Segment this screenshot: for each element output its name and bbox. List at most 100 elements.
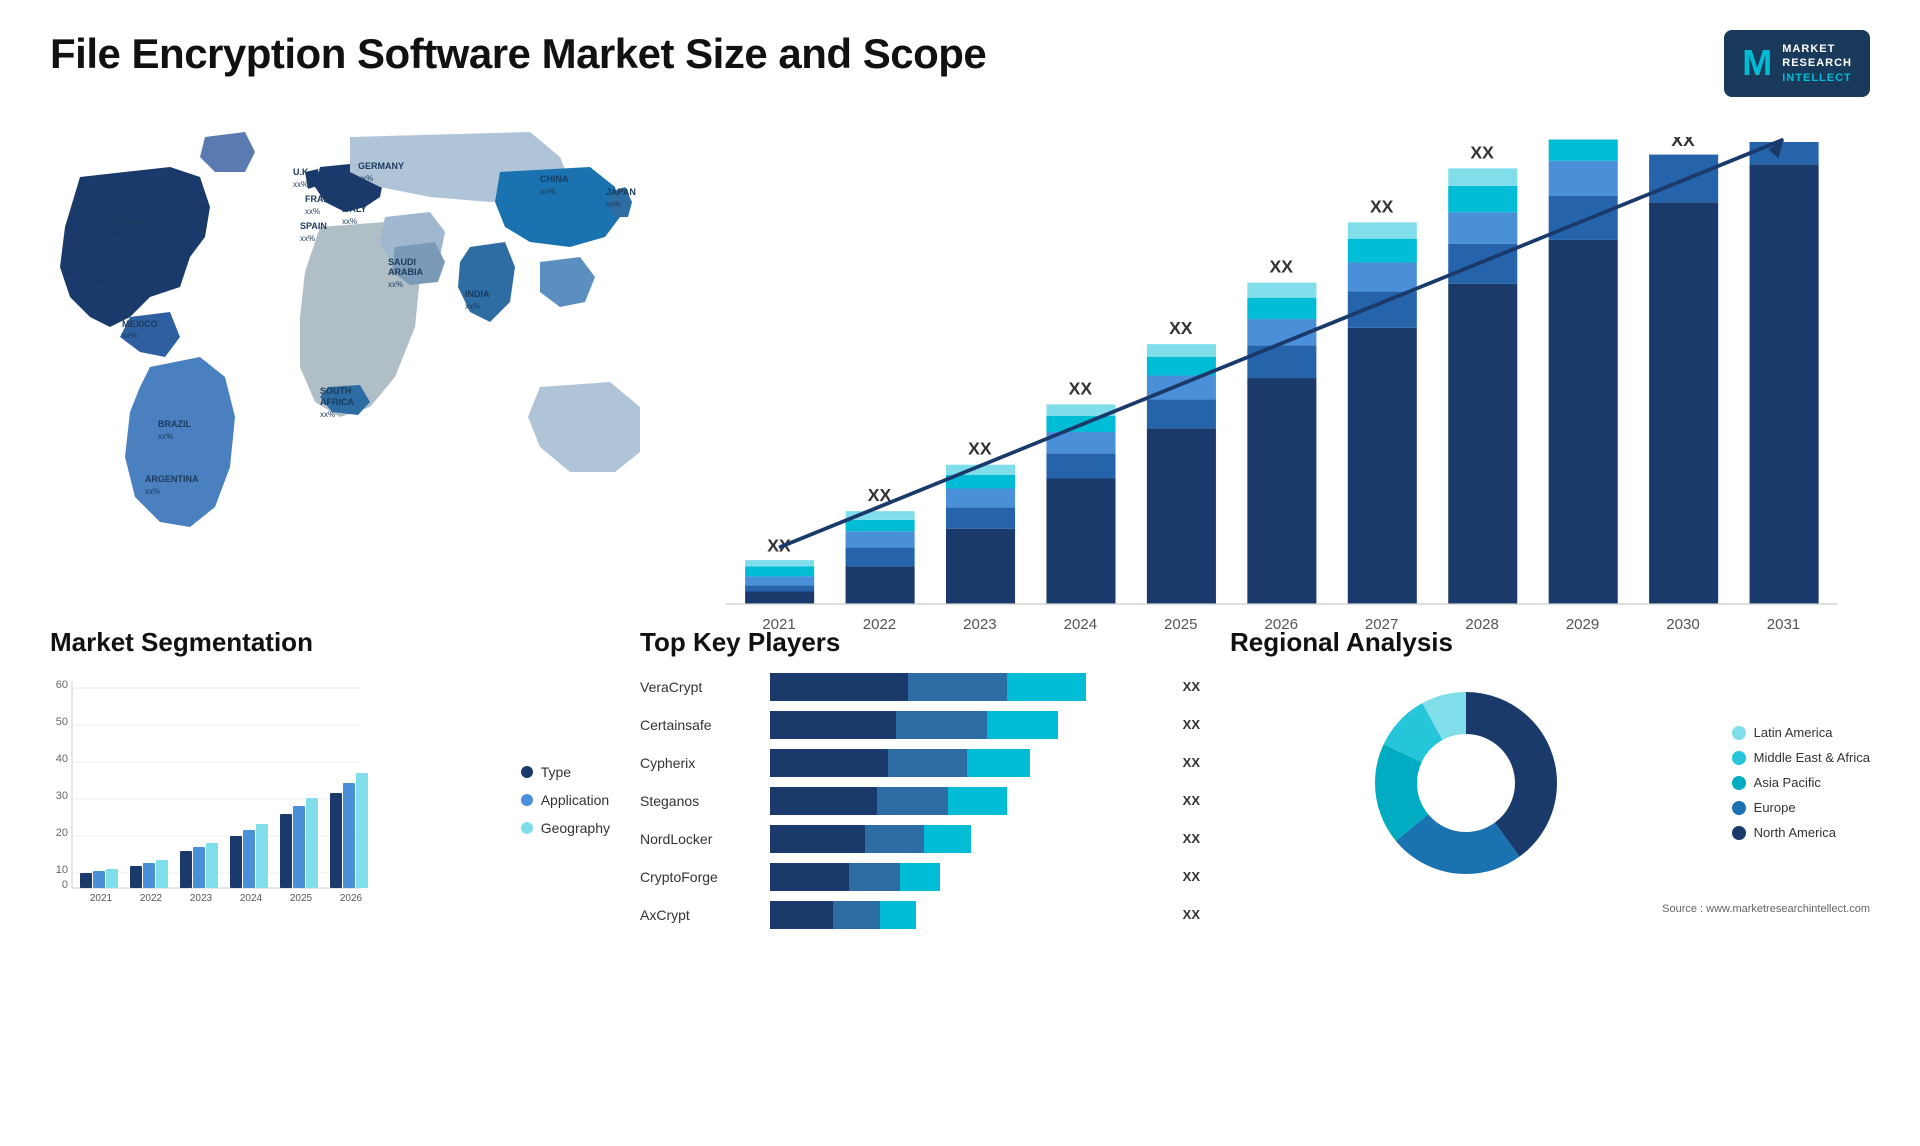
legend-europe: Europe	[1732, 800, 1870, 815]
player-bar	[770, 711, 1165, 739]
source-text: Source : www.marketresearchintellect.com	[1230, 903, 1870, 915]
app-dot	[521, 794, 533, 806]
svg-text:0: 0	[62, 879, 68, 891]
world-map-svg: CANADA xx% U.S. xx% MEXICO xx% BRAZIL xx…	[50, 117, 670, 557]
greenland-shape	[200, 132, 255, 172]
france-label: FRANCE	[305, 194, 343, 204]
svg-text:ARABIA: ARABIA	[388, 267, 423, 277]
legend-type: Type	[521, 764, 610, 780]
svg-text:xx%: xx%	[305, 207, 320, 216]
player-row: NordLocker XX	[640, 825, 1200, 853]
southafrica-label: SOUTH	[320, 386, 352, 396]
player-bar	[770, 863, 1165, 891]
svg-text:XX: XX	[1470, 142, 1494, 162]
middle-east-dot	[1732, 751, 1746, 765]
svg-text:10: 10	[56, 864, 68, 876]
logo-m-icon: M	[1742, 42, 1772, 84]
svg-text:60: 60	[56, 679, 68, 691]
growth-chart-svg: XX 2021 XX 2022	[720, 137, 1850, 682]
svg-text:XX: XX	[1370, 196, 1394, 216]
legend-geo: Geography	[521, 820, 610, 836]
seg-legend: Type Application Geography	[521, 673, 610, 908]
svg-text:XX: XX	[1169, 318, 1193, 338]
svg-text:xx%: xx%	[145, 487, 160, 496]
svg-text:50: 50	[56, 716, 68, 728]
india-label: INDIA	[465, 289, 490, 299]
svg-text:2024: 2024	[1064, 616, 1097, 633]
geo-dot	[521, 822, 533, 834]
svg-text:XX: XX	[968, 439, 992, 459]
segmentation-title: Market Segmentation	[50, 627, 610, 658]
donut-chart	[1356, 673, 1576, 893]
svg-text:2022: 2022	[863, 616, 896, 633]
svg-text:40: 40	[56, 753, 68, 765]
segmentation-section: Market Segmentation 60 50 40 30 20 10 0	[50, 627, 610, 939]
se-asia-shape	[540, 257, 595, 307]
player-row: CryptoForge XX	[640, 863, 1200, 891]
brazil-label: BRAZIL	[158, 419, 191, 429]
player-row: Steganos XX	[640, 787, 1200, 815]
saudi-label: SAUDI	[388, 257, 416, 267]
svg-text:xx%: xx%	[105, 230, 120, 239]
player-bar	[770, 901, 1165, 929]
player-bar	[770, 673, 1165, 701]
svg-text:xx%: xx%	[122, 331, 137, 340]
svg-text:XX: XX	[1671, 137, 1695, 150]
type-dot	[521, 766, 533, 778]
canada-label: CANADA	[105, 217, 144, 227]
donut-svg	[1356, 673, 1576, 893]
logo-box: M MARKET RESEARCH INTELLECT	[1724, 30, 1870, 97]
us-label: U.S.	[90, 264, 108, 274]
uk-label: U.K.	[293, 167, 311, 177]
svg-text:2021: 2021	[762, 616, 795, 633]
svg-text:2025: 2025	[290, 893, 313, 903]
world-map: CANADA xx% U.S. xx% MEXICO xx% BRAZIL xx…	[50, 117, 670, 597]
svg-text:xx%: xx%	[388, 280, 403, 289]
legend-asia-pacific: Asia Pacific	[1732, 775, 1870, 790]
italy-label: ITALY	[342, 204, 367, 214]
argentina-label: ARGENTINA	[145, 474, 199, 484]
svg-text:2026: 2026	[1264, 616, 1297, 633]
germany-label: GERMANY	[358, 161, 404, 171]
svg-text:2024: 2024	[240, 893, 263, 903]
svg-text:xx%: xx%	[90, 277, 105, 286]
spain-label: SPAIN	[300, 221, 327, 231]
svg-text:XX: XX	[1270, 256, 1294, 276]
player-row: Cypherix XX	[640, 749, 1200, 777]
north-america-shape	[60, 167, 210, 327]
svg-text:2030: 2030	[1666, 616, 1699, 633]
regional-legend: Latin America Middle East & Africa Asia …	[1732, 725, 1870, 840]
svg-text:xx%: xx%	[358, 174, 373, 183]
svg-text:2025: 2025	[1164, 616, 1197, 633]
svg-text:AFRICA: AFRICA	[320, 397, 354, 407]
main-grid: CANADA xx% U.S. xx% MEXICO xx% BRAZIL xx…	[50, 117, 1870, 939]
bar-chart-section: XX 2021 XX 2022	[700, 117, 1870, 597]
svg-text:xx%: xx%	[540, 187, 555, 196]
svg-text:xx%: xx%	[465, 302, 480, 311]
svg-text:2023: 2023	[963, 616, 996, 633]
legend-app: Application	[521, 792, 610, 808]
svg-text:xx%: xx%	[320, 410, 335, 419]
legend-north-america: North America	[1732, 825, 1870, 840]
europe-dot	[1732, 801, 1746, 815]
svg-text:2021: 2021	[90, 893, 113, 903]
australia-shape	[528, 382, 640, 472]
svg-text:2029: 2029	[1566, 616, 1599, 633]
svg-text:20: 20	[56, 827, 68, 839]
japan-label: JAPAN	[606, 187, 636, 197]
svg-text:2027: 2027	[1365, 616, 1398, 633]
legend-middle-east: Middle East & Africa	[1732, 750, 1870, 765]
svg-text:xx%: xx%	[300, 234, 315, 243]
south-america-shape	[125, 357, 235, 527]
page-title: File Encryption Software Market Size and…	[50, 30, 986, 78]
svg-text:2022: 2022	[140, 893, 163, 903]
segmentation-chart-svg: 60 50 40 30 20 10 0	[50, 673, 370, 903]
mexico-label: MEXICO	[122, 319, 158, 329]
north-america-dot	[1732, 826, 1746, 840]
player-row: AxCrypt XX	[640, 901, 1200, 929]
svg-text:2028: 2028	[1465, 616, 1498, 633]
svg-text:2026: 2026	[340, 893, 363, 903]
player-bar	[770, 749, 1165, 777]
header: File Encryption Software Market Size and…	[50, 30, 1870, 97]
svg-text:30: 30	[56, 790, 68, 802]
